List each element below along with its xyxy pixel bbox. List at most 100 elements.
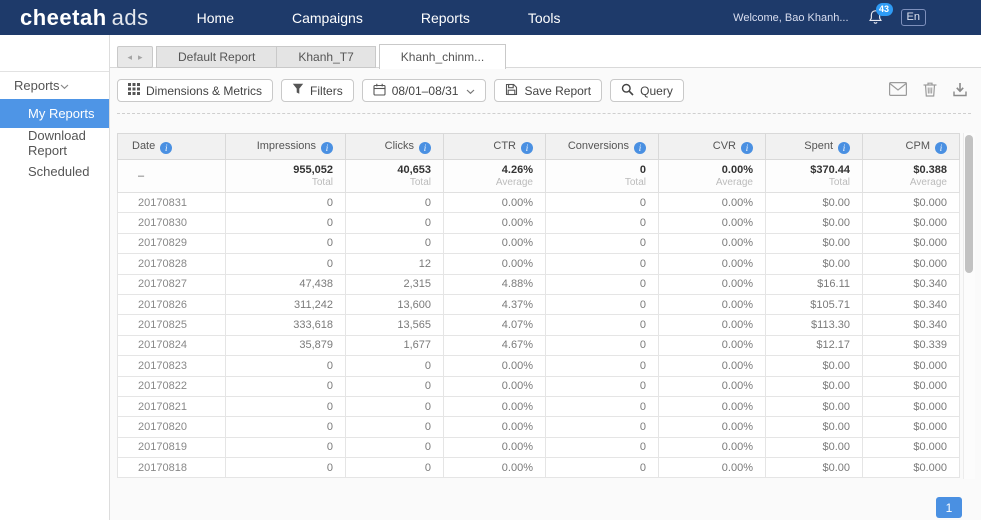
dimensions-metrics-button[interactable]: Dimensions & Metrics (117, 79, 274, 102)
totals-label: Average (909, 176, 947, 188)
info-icon[interactable]: i (935, 141, 947, 154)
table-cell: 0.00% (658, 212, 766, 234)
sidebar-item-my-reports[interactable]: My Reports (0, 99, 109, 128)
table-cell: $0.000 (862, 416, 960, 438)
table-cell: 0.00% (443, 191, 546, 214)
table-cell: 0 (225, 212, 346, 234)
sidebar-item-scheduled[interactable]: Scheduled (0, 157, 109, 185)
sidebar-section-reports[interactable]: Reports (0, 72, 109, 99)
table-cell: $0.00 (765, 191, 863, 214)
main-menu: Home Campaigns Reports Tools (197, 10, 561, 26)
column-header-clicks[interactable]: Clicks i (345, 133, 444, 160)
table-cell: 0 (225, 355, 346, 377)
query-button[interactable]: Query (610, 79, 684, 102)
tab-next-icon[interactable]: ▸ (138, 52, 143, 63)
menu-item-tools[interactable]: Tools (528, 10, 561, 26)
tab-default-report[interactable]: Default Report (156, 46, 278, 68)
table-cell: 0.00% (658, 395, 766, 418)
tab-scroll-arrows[interactable]: ◂ ▸ (117, 46, 153, 68)
dashed-separator (117, 113, 971, 114)
report-tabs: ◂ ▸ Default Report Khanh_T7 Khanh_chinm.… (117, 35, 507, 69)
totals-value: $370.44 (810, 163, 850, 176)
column-header-conversions[interactable]: Conversions i (545, 133, 659, 160)
column-header-date[interactable]: Date i (117, 133, 226, 160)
totals-label: Average (495, 176, 533, 188)
trash-icon[interactable] (923, 82, 937, 97)
date-range-button[interactable]: 08/01–08/31 (361, 79, 487, 102)
welcome-text[interactable]: Welcome, Bao Khanh... (733, 12, 848, 24)
info-icon[interactable]: i (634, 141, 646, 154)
table-cell: 0.00% (658, 314, 766, 336)
menu-item-campaigns[interactable]: Campaigns (292, 10, 363, 26)
date-cell: 20170819 (117, 436, 226, 459)
info-icon[interactable]: i (160, 141, 173, 154)
info-icon[interactable]: i (419, 141, 431, 154)
menu-item-home[interactable]: Home (197, 10, 234, 26)
column-header-impressions[interactable]: Impressions i (225, 133, 346, 160)
info-icon[interactable]: i (838, 141, 850, 154)
totals-value: 0.00% (721, 163, 753, 176)
info-icon[interactable]: i (321, 141, 333, 154)
table-cell: 0 (545, 457, 659, 479)
report-table: Date i Impressions i Clicks i CTR i Conversions i… (117, 133, 960, 479)
table-cell: 0.00% (443, 253, 546, 275)
table-row: 20170825 333,618 13,565 4.07% 0 0.00% $113.30 $… (117, 314, 960, 336)
table-row: 20170829 0 0 0.00% 0 0.00% $0.00 $0.000 (117, 232, 960, 255)
totals-value: 40,653 (397, 163, 431, 176)
totals-label: Total (624, 176, 646, 188)
table-cell: 0 (545, 436, 659, 459)
email-icon[interactable] (889, 82, 907, 97)
tab-prev-icon[interactable]: ◂ (127, 52, 132, 63)
date-cell: 20170831 (117, 191, 226, 214)
table-cell: 0.00% (658, 253, 766, 275)
table-cell: $0.340 (862, 314, 960, 336)
table-cell: $0.000 (862, 212, 960, 234)
save-report-button[interactable]: Save Report (494, 79, 603, 102)
tab-khanh-chinm-active[interactable]: Khanh_chinm... (378, 44, 507, 69)
app-root: cheetah ads Home Campaigns Reports Tools … (0, 0, 981, 520)
table-header-row: Date i Impressions i Clicks i CTR i Conversions i… (117, 133, 960, 160)
table-cell: 0 (345, 436, 444, 459)
chevron-down-icon (60, 78, 97, 93)
date-cell: 20170828 (117, 253, 226, 275)
table-cell: 4.88% (443, 273, 546, 295)
tab-khanh-t7[interactable]: Khanh_T7 (277, 46, 376, 68)
info-icon[interactable]: i (741, 141, 753, 154)
totals-label: Total (311, 176, 333, 188)
filters-button[interactable]: Filters (281, 79, 354, 102)
table-row: 20170831 0 0 0.00% 0 0.00% $0.00 $0.000 (117, 191, 960, 214)
table-cell: 0 (545, 232, 659, 255)
pagination-page-1[interactable]: 1 (936, 497, 962, 518)
top-navbar: cheetah ads Home Campaigns Reports Tools … (0, 0, 981, 35)
table-cell: 0 (545, 212, 659, 234)
table-cell: 0.00% (658, 334, 766, 357)
menu-item-reports[interactable]: Reports (421, 10, 470, 26)
table-cell: $0.00 (765, 457, 863, 479)
language-selector[interactable]: En (900, 9, 926, 26)
column-header-cvr[interactable]: CVR i (658, 133, 766, 160)
brand-logo[interactable]: cheetah ads (20, 5, 149, 31)
sidebar-item-download-report[interactable]: Download Report (0, 128, 109, 158)
column-header-spent[interactable]: Spent i (765, 133, 863, 160)
table-cell: $0.00 (765, 253, 863, 275)
table-cell: 0 (225, 416, 346, 438)
notifications-bell[interactable]: 43 (867, 2, 893, 27)
table-cell: 0.00% (658, 355, 766, 377)
info-icon[interactable]: i (521, 141, 533, 154)
table-cell: 0 (545, 375, 659, 397)
table-cell: $0.00 (765, 212, 863, 234)
calendar-icon (373, 83, 386, 99)
column-header-ctr[interactable]: CTR i (443, 133, 546, 160)
totals-cell: $0.388 Average (862, 159, 960, 193)
brand-light: ads (111, 4, 149, 30)
table-row: 20170824 35,879 1,677 4.67% 0 0.00% $12.17 $0.3… (117, 334, 960, 357)
table-cell: $12.17 (765, 334, 863, 357)
table-cell: 0 (345, 395, 444, 418)
table-cell: 0 (545, 395, 659, 418)
utility-icons (889, 82, 967, 97)
table-cell: 0.00% (443, 416, 546, 438)
download-icon[interactable] (953, 82, 967, 97)
column-header-cpm[interactable]: CPM i (862, 133, 960, 160)
table-scrollbar-thumb[interactable] (965, 135, 973, 273)
table-cell: 0 (225, 457, 346, 479)
